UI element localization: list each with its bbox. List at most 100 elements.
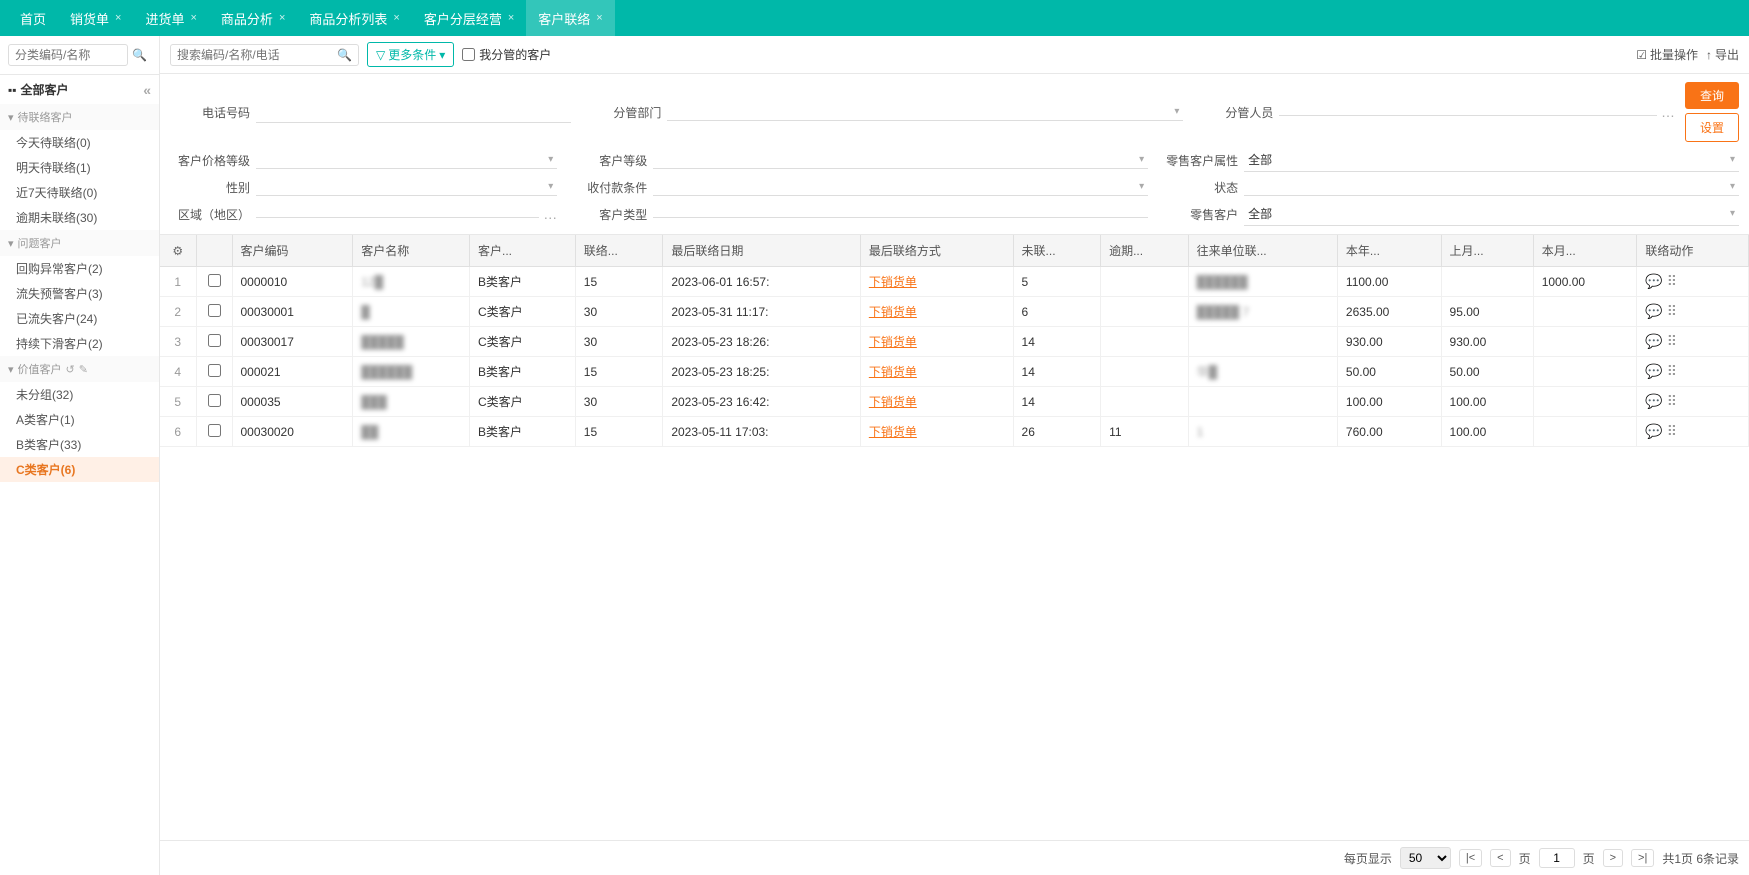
- more-actions-icon[interactable]: ⠿: [1667, 273, 1677, 290]
- col-last-contact-way: 最后联络方式: [860, 235, 1013, 267]
- nav-purchase-order[interactable]: 进货单 ×: [133, 0, 208, 36]
- filter-manager: 分管人员 …: [1193, 104, 1675, 121]
- message-icon[interactable]: 💬: [1645, 303, 1662, 320]
- query-button[interactable]: 查询: [1685, 82, 1739, 109]
- search-submit-icon[interactable]: 🔍: [337, 48, 352, 62]
- per-page-select[interactable]: 50 100 200: [1400, 847, 1451, 869]
- nav-home[interactable]: 首页: [8, 0, 58, 36]
- sidebar-item-class-b[interactable]: B类客户(33): [0, 432, 159, 457]
- row-checkbox-cell[interactable]: [196, 417, 232, 447]
- close-product-analysis-icon[interactable]: ×: [279, 12, 285, 24]
- sidebar-item-class-a[interactable]: A类客户(1): [0, 407, 159, 432]
- phone-input[interactable]: [256, 102, 571, 123]
- next-page-button[interactable]: >: [1603, 849, 1623, 867]
- row-checkbox[interactable]: [208, 334, 221, 347]
- last-contact-way-link[interactable]: 下销货单: [869, 335, 917, 349]
- more-actions-icon[interactable]: ⠿: [1667, 393, 1677, 410]
- nav-product-analysis-list[interactable]: 商品分析列表 ×: [297, 0, 411, 36]
- close-sales-order-icon[interactable]: ×: [115, 12, 121, 24]
- sidebar-item-declining[interactable]: 持续下滑客户(2): [0, 331, 159, 356]
- gender-select[interactable]: ▾: [256, 178, 557, 196]
- my-customers-checkbox-label[interactable]: 我分管的客户: [462, 46, 551, 63]
- retail-customer-select[interactable]: 全部▾: [1244, 202, 1739, 226]
- manager-dots-icon[interactable]: …: [1661, 104, 1675, 120]
- last-page-button[interactable]: >|: [1631, 849, 1654, 867]
- sidebar-item-7days[interactable]: 近7天待联络(0): [0, 180, 159, 205]
- row-checkbox-cell[interactable]: [196, 297, 232, 327]
- sidebar-group-pending[interactable]: ▾ 待联络客户: [0, 104, 159, 130]
- row-checkbox[interactable]: [208, 424, 221, 437]
- dept-select[interactable]: ▾: [667, 103, 1183, 121]
- row-checkbox[interactable]: [208, 364, 221, 377]
- search-input[interactable]: [177, 48, 337, 62]
- payment-select[interactable]: ▾: [653, 178, 1148, 196]
- gear-icon[interactable]: ⚙: [172, 244, 183, 258]
- region-dots-icon[interactable]: …: [543, 206, 557, 222]
- cell-unit_history: 华█: [1188, 357, 1337, 387]
- nav-product-analysis[interactable]: 商品分析 ×: [209, 0, 297, 36]
- page-number-input[interactable]: [1539, 848, 1575, 868]
- sidebar-search-icon[interactable]: 🔍: [132, 48, 147, 62]
- export-button[interactable]: ↑ 导出: [1706, 46, 1739, 63]
- value-level-select[interactable]: ▾: [256, 151, 557, 169]
- nav-customer-tier[interactable]: 客户分层经营 ×: [412, 0, 526, 36]
- filter-icon: ▽: [376, 48, 385, 62]
- sidebar-item-overdue[interactable]: 逾期未联络(30): [0, 205, 159, 230]
- first-page-button[interactable]: |<: [1459, 849, 1482, 867]
- row-checkbox-cell[interactable]: [196, 327, 232, 357]
- my-customers-checkbox[interactable]: [462, 48, 475, 61]
- sidebar-search-input[interactable]: [8, 44, 128, 66]
- sidebar-item-repurchase-anomaly[interactable]: 回购异常客户(2): [0, 256, 159, 281]
- last-contact-way-link[interactable]: 下销货单: [869, 275, 917, 289]
- message-icon[interactable]: 💬: [1645, 363, 1662, 380]
- nav-sales-order[interactable]: 销货单 ×: [58, 0, 133, 36]
- last-contact-way-link[interactable]: 下销货单: [869, 365, 917, 379]
- col-gear[interactable]: ⚙: [160, 235, 196, 267]
- more-actions-icon[interactable]: ⠿: [1667, 363, 1677, 380]
- prev-page-button[interactable]: <: [1490, 849, 1510, 867]
- cell-unit_history: 1: [1188, 417, 1337, 447]
- more-actions-icon[interactable]: ⠿: [1667, 333, 1677, 350]
- row-checkbox-cell[interactable]: [196, 267, 232, 297]
- sidebar-item-today[interactable]: 今天待联络(0): [0, 130, 159, 155]
- set-button[interactable]: 设置: [1685, 113, 1739, 142]
- row-checkbox-cell[interactable]: [196, 387, 232, 417]
- sidebar-group-value[interactable]: ▾ 价值客户 ↺ ✎: [0, 356, 159, 382]
- row-checkbox-cell[interactable]: [196, 357, 232, 387]
- more-filter-button[interactable]: ▽ 更多条件 ▾: [367, 42, 454, 67]
- sidebar-collapse-icon[interactable]: «: [143, 82, 151, 98]
- more-actions-icon[interactable]: ⠿: [1667, 303, 1677, 320]
- retail-attr-select[interactable]: 全部▾: [1244, 148, 1739, 172]
- customer-level-select[interactable]: ▾: [653, 151, 1148, 169]
- sidebar-item-unclassified[interactable]: 未分组(32): [0, 382, 159, 407]
- cell-type: B类客户: [469, 357, 575, 387]
- nav-customer-contact[interactable]: 客户联络 ×: [526, 0, 614, 36]
- sidebar-item-tomorrow[interactable]: 明天待联络(1): [0, 155, 159, 180]
- sidebar-all-customers[interactable]: ▪▪ 全部客户 «: [0, 75, 159, 104]
- last-contact-way-link[interactable]: 下销货单: [869, 425, 917, 439]
- manager-select[interactable]: [1279, 109, 1657, 116]
- row-checkbox[interactable]: [208, 304, 221, 317]
- message-icon[interactable]: 💬: [1645, 393, 1662, 410]
- batch-op-button[interactable]: ☑ 批量操作: [1636, 46, 1698, 63]
- sidebar-item-churn-warning[interactable]: 流失预警客户(3): [0, 281, 159, 306]
- cell-this_year: 1100.00: [1337, 267, 1441, 297]
- row-checkbox[interactable]: [208, 274, 221, 287]
- close-customer-contact-icon[interactable]: ×: [596, 12, 602, 24]
- close-purchase-order-icon[interactable]: ×: [190, 12, 196, 24]
- status-select[interactable]: ▾: [1244, 178, 1739, 196]
- message-icon[interactable]: 💬: [1645, 333, 1662, 350]
- sidebar-item-churned[interactable]: 已流失客户(24): [0, 306, 159, 331]
- sidebar-group-problem[interactable]: ▾ 问题客户: [0, 230, 159, 256]
- message-icon[interactable]: 💬: [1645, 423, 1662, 440]
- row-checkbox[interactable]: [208, 394, 221, 407]
- more-actions-icon[interactable]: ⠿: [1667, 423, 1677, 440]
- region-select[interactable]: [256, 211, 539, 218]
- close-customer-tier-icon[interactable]: ×: [508, 12, 514, 24]
- customer-type-select[interactable]: [653, 211, 1148, 218]
- message-icon[interactable]: 💬: [1645, 273, 1662, 290]
- last-contact-way-link[interactable]: 下销货单: [869, 305, 917, 319]
- last-contact-way-link[interactable]: 下销货单: [869, 395, 917, 409]
- sidebar-item-class-c[interactable]: C类客户(6): [0, 457, 159, 482]
- close-product-analysis-list-icon[interactable]: ×: [393, 12, 399, 24]
